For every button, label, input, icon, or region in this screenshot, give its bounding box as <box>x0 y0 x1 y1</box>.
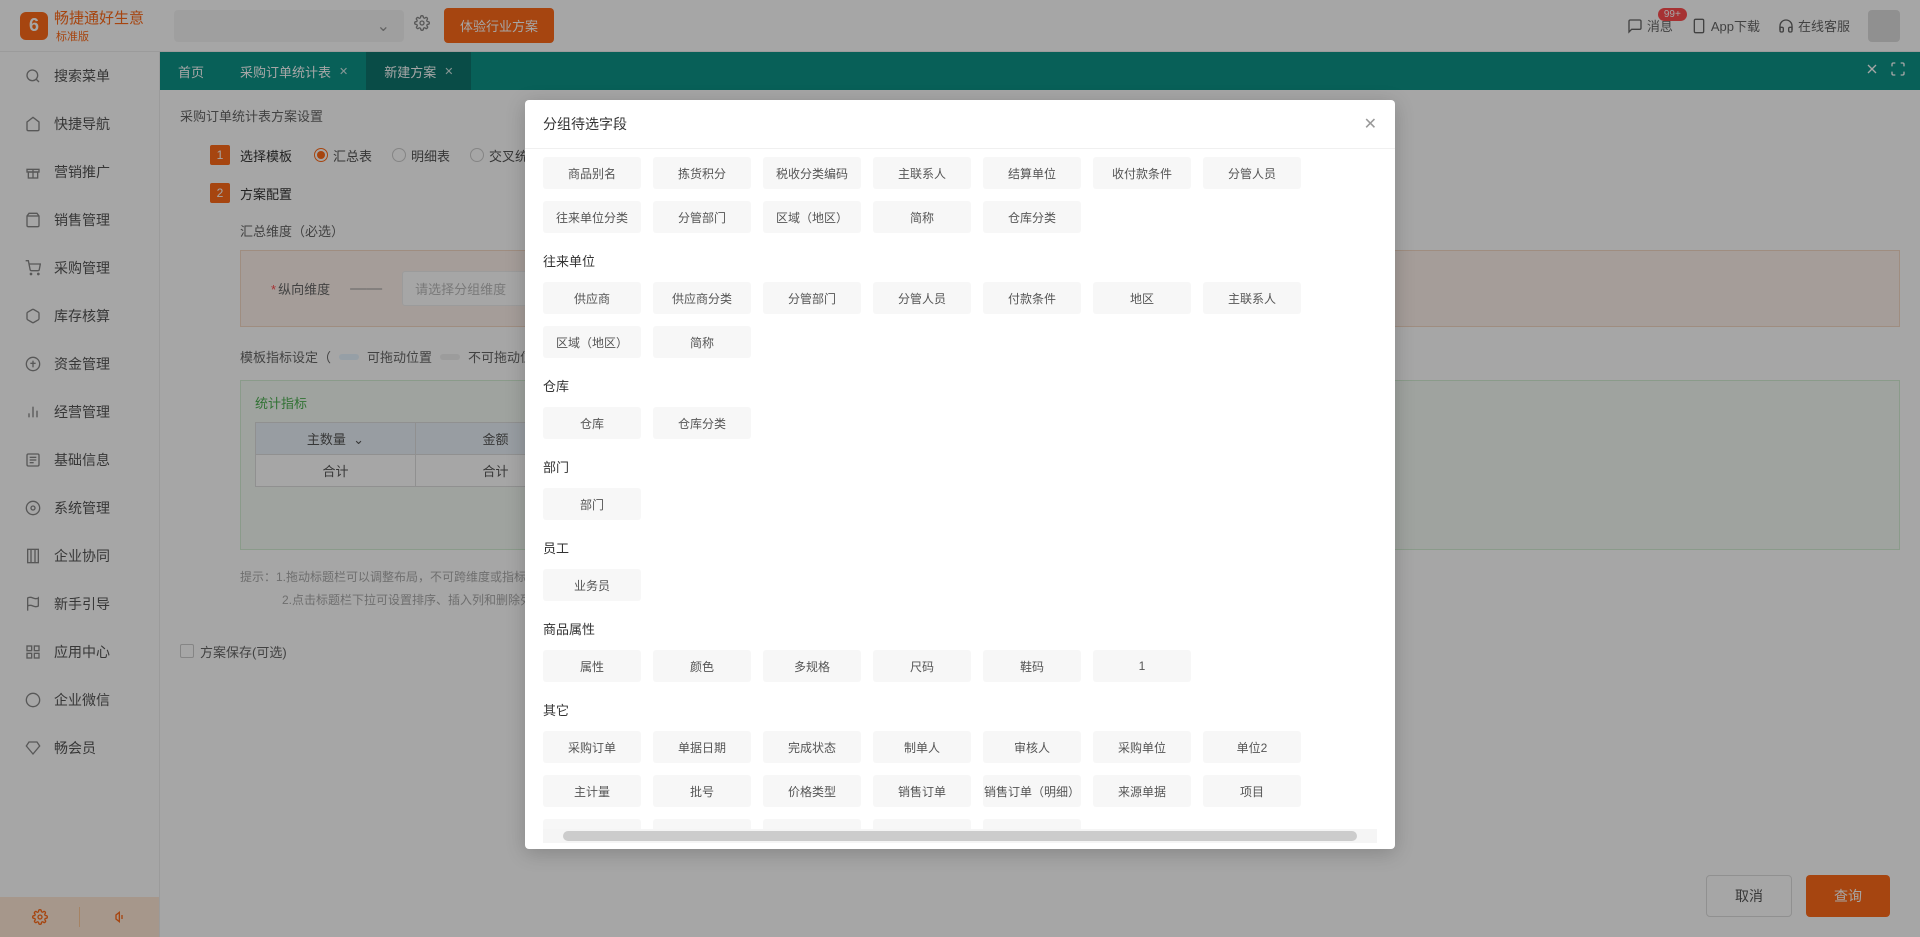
field-group-title: 其它 <box>543 700 1377 719</box>
field-chip[interactable]: 仓库分类 <box>983 201 1081 233</box>
field-chip[interactable]: 主联系人 <box>1203 282 1301 314</box>
field-chip[interactable]: 单据日期 <box>653 731 751 763</box>
field-chip[interactable]: 项目 <box>1203 775 1301 807</box>
field-group-title: 往来单位 <box>543 251 1377 270</box>
field-chip[interactable]: 税收分类编码 <box>763 157 861 189</box>
field-chip[interactable]: 简称 <box>873 201 971 233</box>
field-chip[interactable]: 往来单位分类 <box>543 201 641 233</box>
field-chip[interactable]: 采购订单 <box>543 731 641 763</box>
field-chip[interactable]: 区域（地区） <box>763 201 861 233</box>
field-group-title: 商品属性 <box>543 619 1377 638</box>
field-chip[interactable]: 颜色 <box>653 650 751 682</box>
field-chip[interactable]: 收付款条件 <box>1093 157 1191 189</box>
field-chip[interactable]: 多规格 <box>763 650 861 682</box>
field-group-title: 员工 <box>543 538 1377 557</box>
modal-title: 分组待选字段 <box>543 114 627 134</box>
field-chip[interactable]: 仓库 <box>543 407 641 439</box>
field-chip[interactable]: 项目分类 <box>543 819 641 829</box>
field-chip[interactable]: 拣货积分 <box>653 157 751 189</box>
field-chip[interactable]: 批号 <box>653 775 751 807</box>
field-chip[interactable]: 属性 <box>543 650 641 682</box>
field-chip[interactable]: 1 <box>1093 650 1191 682</box>
field-chip[interactable]: 地区 <box>1093 282 1191 314</box>
modal-horizontal-scrollbar[interactable] <box>543 829 1377 843</box>
field-chip[interactable]: 审核人 <box>983 731 1081 763</box>
field-chip[interactable]: 完成状态 <box>763 731 861 763</box>
field-chip[interactable]: 车架号 <box>763 819 861 829</box>
field-chip[interactable]: 尺码 <box>873 650 971 682</box>
field-chip[interactable]: 销售订单（明细） <box>983 775 1081 807</box>
field-chip[interactable]: 结算单位 <box>983 157 1081 189</box>
field-chip[interactable]: 分管部门 <box>763 282 861 314</box>
field-chip[interactable]: 仓库分类 <box>653 407 751 439</box>
field-chip[interactable]: 销售订单 <box>873 775 971 807</box>
field-group-title: 部门 <box>543 457 1377 476</box>
field-group-title: 仓库 <box>543 376 1377 395</box>
field-chip[interactable]: 供应商 <box>543 282 641 314</box>
field-chip[interactable]: 行中止 <box>653 819 751 829</box>
field-chip[interactable]: 商品别名 <box>543 157 641 189</box>
field-chip[interactable]: 来源单据 <box>1093 775 1191 807</box>
field-chip[interactable]: 业务员 <box>543 569 641 601</box>
field-chip[interactable]: 零件名称 <box>873 819 971 829</box>
field-chip[interactable]: 简称 <box>653 326 751 358</box>
field-chip[interactable]: 主联系人 <box>873 157 971 189</box>
field-chip[interactable]: 单位2 <box>1203 731 1301 763</box>
modal-close-button[interactable]: ✕ <box>1364 114 1377 134</box>
modal-body[interactable]: 商品别名拣货积分税收分类编码主联系人结算单位收付款条件分管人员往来单位分类分管部… <box>525 149 1395 829</box>
field-chip[interactable]: 采购单位 <box>1093 731 1191 763</box>
field-chip[interactable]: 供应商分类 <box>653 282 751 314</box>
field-chip[interactable]: 区域（地区） <box>543 326 641 358</box>
field-chip[interactable]: 制单人 <box>873 731 971 763</box>
field-chip[interactable]: 鞋码 <box>983 650 1081 682</box>
field-chip[interactable]: 分管部门 <box>653 201 751 233</box>
field-chip[interactable]: 分管人员 <box>1203 157 1301 189</box>
field-chip[interactable]: 部门 <box>543 488 641 520</box>
field-chip[interactable]: 主计量 <box>543 775 641 807</box>
field-chip[interactable]: 分管人员 <box>873 282 971 314</box>
field-chip[interactable]: 价格类型 <box>763 775 861 807</box>
field-chip[interactable]: 是否开票 <box>983 819 1081 829</box>
field-chip[interactable]: 付款条件 <box>983 282 1081 314</box>
field-picker-modal: 分组待选字段 ✕ 商品别名拣货积分税收分类编码主联系人结算单位收付款条件分管人员… <box>525 100 1395 849</box>
